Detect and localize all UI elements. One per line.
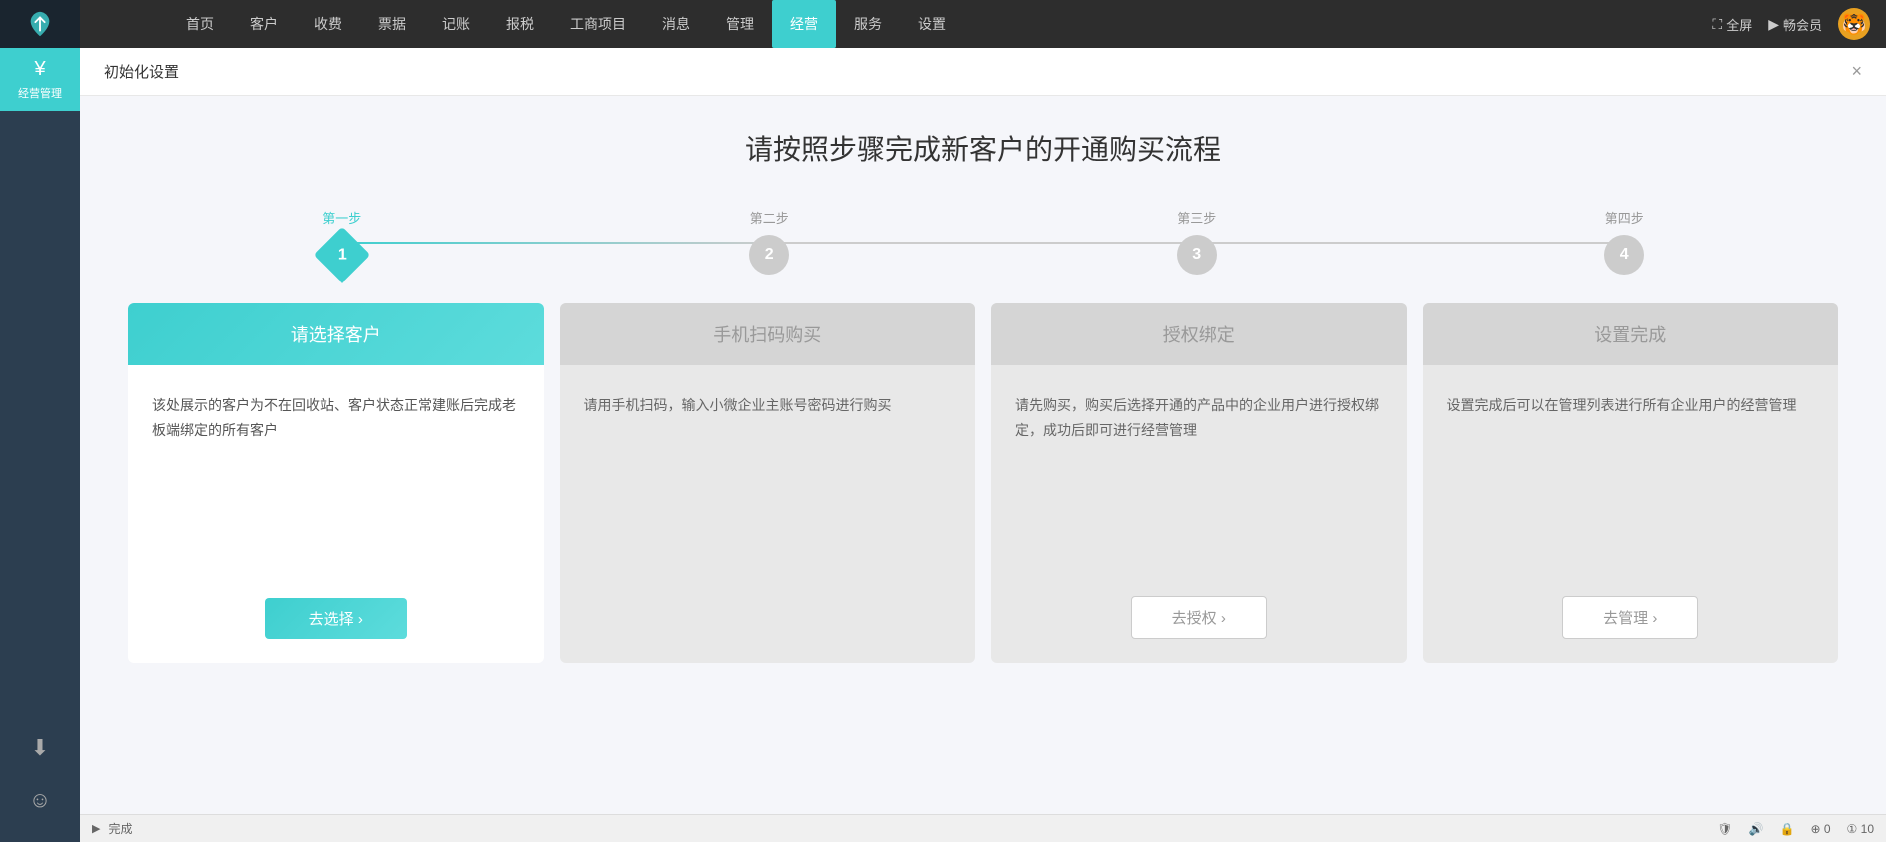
nav-guanli[interactable]: 管理 bbox=[708, 0, 772, 48]
nav-baoshui[interactable]: 报税 bbox=[488, 0, 552, 48]
nav-jingying[interactable]: 经营 bbox=[772, 0, 836, 48]
fullscreen-icon: ⛶ bbox=[1712, 16, 1722, 33]
sidebar-item-label: 经营管理 bbox=[18, 85, 62, 101]
notif-count: ⊕ 0 bbox=[1810, 822, 1830, 836]
sidebar: ¥ 经营管理 ⬇ ☺ bbox=[0, 0, 80, 842]
card-3: 授权绑定 请先购买，购买后选择开通的产品中的企业用户进行授权绑定，成功后即可进行… bbox=[991, 303, 1407, 663]
step-1-number: 1 bbox=[337, 246, 346, 264]
sidebar-logo bbox=[0, 0, 80, 48]
sub-header: 初始化设置 × bbox=[80, 48, 1886, 96]
nav-piaoju[interactable]: 票据 bbox=[360, 0, 424, 48]
shield-icon: 🛡 bbox=[1717, 822, 1732, 836]
support-icon[interactable]: ☺ bbox=[0, 778, 80, 822]
step-4-circle: 4 bbox=[1604, 235, 1644, 275]
avatar[interactable]: 🐯 bbox=[1838, 8, 1870, 40]
step-2-circle: 2 bbox=[749, 235, 789, 275]
card-4-header: 设置完成 bbox=[1423, 303, 1839, 365]
nav-gongshang[interactable]: 工商项目 bbox=[552, 0, 644, 48]
play-icon: ▶ bbox=[92, 822, 100, 835]
card-1-body: 该处展示的客户为不在回收站、客户状态正常建账后完成老板端绑定的所有客户 bbox=[128, 365, 544, 582]
close-button[interactable]: × bbox=[1851, 61, 1862, 82]
nav-client[interactable]: 客户 bbox=[232, 0, 296, 48]
status-bar: ▶ 完成 🛡 🔊 🔒 ⊕ 0 ① 10 bbox=[80, 814, 1886, 842]
download-icon[interactable]: ⬇ bbox=[0, 726, 80, 770]
card-3-btn[interactable]: 去授权 › bbox=[1131, 596, 1267, 639]
card-4: 设置完成 设置完成后可以在管理列表进行所有企业用户的经营管理 去管理 › bbox=[1423, 303, 1839, 663]
volume-icon: 🔊 bbox=[1749, 822, 1764, 836]
jingying-icon: ¥ bbox=[34, 58, 45, 81]
step-3-circle: 3 bbox=[1177, 235, 1217, 275]
step-3-label: 第三步 bbox=[1177, 208, 1216, 227]
nav-shezhi[interactable]: 设置 bbox=[900, 0, 964, 48]
card-1-footer: 去选择 › bbox=[128, 582, 544, 663]
nav-fuwu[interactable]: 服务 bbox=[836, 0, 900, 48]
step-1-label: 第一步 bbox=[322, 208, 361, 227]
connector-3-4: › bbox=[1197, 242, 1625, 244]
card-2-header: 手机扫码购买 bbox=[560, 303, 976, 365]
card-4-body: 设置完成后可以在管理列表进行所有企业用户的经营管理 bbox=[1423, 365, 1839, 580]
card-1-btn[interactable]: 去选择 › bbox=[265, 598, 407, 639]
nav-jizhen[interactable]: 记账 bbox=[424, 0, 488, 48]
connector-2-3: › bbox=[769, 242, 1197, 244]
card-4-footer: 去管理 › bbox=[1423, 580, 1839, 663]
card-2-body: 请用手机扫码，输入小微企业主账号密码进行购买 bbox=[560, 365, 976, 623]
nav-shoufei[interactable]: 收费 bbox=[296, 0, 360, 48]
card-4-btn[interactable]: 去管理 › bbox=[1562, 596, 1698, 639]
step-4-label: 第四步 bbox=[1605, 208, 1644, 227]
step-1-icon-wrap: 1 bbox=[322, 235, 362, 283]
step-1-pointer bbox=[334, 273, 350, 283]
page-content: 请按照步骤完成新客户的开通购买流程 第一步 1 › 第二步 bbox=[80, 96, 1886, 842]
connector-1-2: › bbox=[342, 242, 770, 244]
member-btn[interactable]: ▶ 畅会员 bbox=[1768, 15, 1822, 34]
step-2-label: 第二步 bbox=[750, 208, 789, 227]
card-2: 手机扫码购买 请用手机扫码，输入小微企业主账号密码进行购买 bbox=[560, 303, 976, 663]
page-title: 初始化设置 bbox=[104, 61, 179, 82]
cards-row: 请选择客户 该处展示的客户为不在回收站、客户状态正常建账后完成老板端绑定的所有客… bbox=[128, 303, 1838, 663]
step-1: 第一步 1 › bbox=[128, 208, 556, 283]
sidebar-bottom: ⬇ ☺ bbox=[0, 726, 80, 842]
member-icon: ▶ bbox=[1768, 16, 1779, 33]
card-3-footer: 去授权 › bbox=[991, 580, 1407, 663]
sidebar-item-jingying[interactable]: ¥ 经营管理 bbox=[0, 48, 80, 111]
steps-row: 第一步 1 › 第二步 2 › bbox=[128, 208, 1838, 283]
card-2-footer bbox=[560, 623, 976, 663]
main-title: 请按照步骤完成新客户的开通购买流程 bbox=[128, 128, 1838, 168]
status-text: 完成 bbox=[108, 820, 132, 837]
version-info: ① 10 bbox=[1847, 822, 1874, 836]
nav-xiaoxi[interactable]: 消息 bbox=[644, 0, 708, 48]
card-3-body: 请先购买，购买后选择开通的产品中的企业用户进行授权绑定，成功后即可进行经营管理 bbox=[991, 365, 1407, 580]
card-1: 请选择客户 该处展示的客户为不在回收站、客户状态正常建账后完成老板端绑定的所有客… bbox=[128, 303, 544, 663]
nav-right: ⛶ 全屏 ▶ 畅会员 🐯 bbox=[1712, 8, 1886, 40]
card-1-header: 请选择客户 bbox=[128, 303, 544, 365]
top-nav: 首页 客户 收费 票据 记账 报税 工商项目 消息 管理 经营 服务 设置 ⛶ … bbox=[80, 0, 1886, 48]
main-area: 初始化设置 × 请按照步骤完成新客户的开通购买流程 第一步 1 › bbox=[80, 48, 1886, 842]
fullscreen-btn[interactable]: ⛶ 全屏 bbox=[1712, 15, 1752, 34]
card-3-header: 授权绑定 bbox=[991, 303, 1407, 365]
nav-home[interactable]: 首页 bbox=[168, 0, 232, 48]
lock-icon: 🔒 bbox=[1780, 822, 1795, 836]
status-bar-right: 🛡 🔊 🔒 ⊕ 0 ① 10 bbox=[1717, 822, 1874, 836]
